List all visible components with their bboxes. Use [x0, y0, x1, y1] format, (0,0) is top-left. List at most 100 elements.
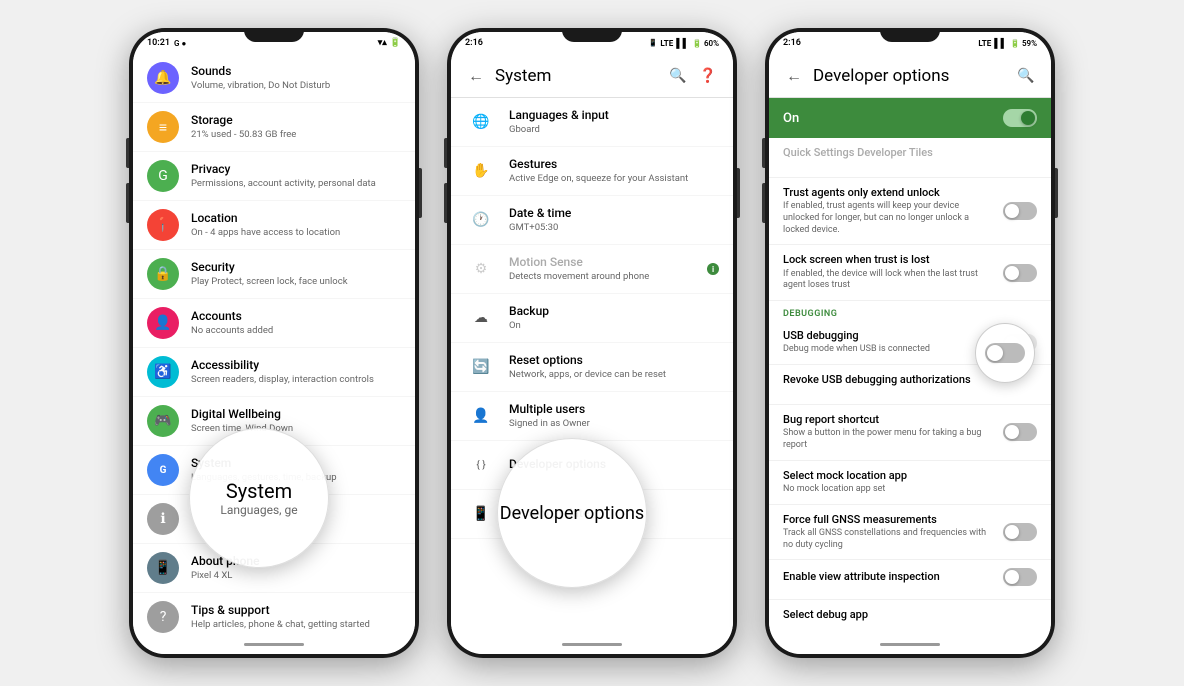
list-item[interactable]: 👤 Accounts No accounts added	[133, 299, 415, 348]
whatsapp-icon: 📱	[649, 39, 658, 47]
developer-on-toggle[interactable]	[1003, 109, 1037, 127]
usb-toggle-circle-overlay	[975, 323, 1035, 383]
list-item[interactable]: 🔒 Security Play Protect, screen lock, fa…	[133, 250, 415, 299]
trust-agents-item[interactable]: Trust agents only extend unlock If enabl…	[769, 178, 1051, 245]
sounds-icon: 🔔	[147, 62, 179, 94]
languages-item[interactable]: 🌐 Languages & input Gboard	[451, 98, 733, 147]
signal-icon-2: ▌▌	[676, 38, 689, 49]
power-button-2	[737, 168, 740, 218]
battery-icon-3: 🔋 59%	[1010, 39, 1037, 48]
search-button-2[interactable]: 🔍	[667, 65, 689, 87]
developer-on-label: On	[783, 111, 799, 126]
bug-report-toggle[interactable]	[1003, 423, 1037, 441]
app-bar-2: ← System 🔍 ❓	[451, 54, 733, 98]
list-item[interactable]: ≡ Storage 21% used - 50.83 GB free	[133, 103, 415, 152]
privacy-icon: G	[147, 160, 179, 192]
magnifier-main-text-1: System	[220, 479, 297, 503]
magnifier-sub-text-1: Languages, ge	[220, 503, 297, 517]
magnifier-main-text-2: Developer options	[500, 503, 644, 524]
signal-icon-3: ▌▌	[994, 38, 1007, 49]
list-item[interactable]: ♿ Accessibility Screen readers, display,…	[133, 348, 415, 397]
vol-up-button-1	[126, 138, 129, 168]
status-time-1: 10:21 G ●	[147, 38, 186, 48]
power-button-3	[1055, 168, 1058, 218]
help-button-2[interactable]: ❓	[697, 65, 719, 87]
back-button-3[interactable]: ←	[783, 65, 805, 87]
vol-down-button-2	[444, 183, 447, 223]
accounts-title: Accounts	[191, 309, 401, 325]
developer-on-bar: On	[769, 98, 1051, 138]
multiple-users-item[interactable]: 👤 Multiple users Signed in as Owner	[451, 392, 733, 441]
motion-sense-info-badge: i	[707, 263, 719, 275]
accounts-icon: 👤	[147, 307, 179, 339]
list-item[interactable]: 📍 Location On - 4 apps have access to lo…	[133, 201, 415, 250]
home-bar-3	[769, 634, 1051, 654]
gestures-icon: ✋	[465, 155, 497, 187]
users-icon: 👤	[465, 400, 497, 432]
debug-app-item[interactable]: Select debug app	[769, 600, 1051, 634]
lte-icon: LTE	[660, 39, 673, 48]
accessibility-icon: ♿	[147, 356, 179, 388]
tips-icon: ?	[147, 601, 179, 633]
lock-screen-toggle[interactable]	[1003, 264, 1037, 282]
phone-3: 2:16 LTE ▌▌ 🔋 59% ← Developer options 🔍 …	[765, 28, 1055, 658]
home-bar-1	[133, 634, 415, 654]
backup-item[interactable]: ☁ Backup On	[451, 294, 733, 343]
motion-sense-icon: ⚙	[465, 253, 497, 285]
back-button-2[interactable]: ←	[465, 65, 487, 87]
status-time-3: 2:16	[783, 38, 801, 48]
view-attribute-toggle[interactable]	[1003, 568, 1037, 586]
digital-wellbeing-icon: 🎮	[147, 405, 179, 437]
power-button-1	[419, 168, 422, 218]
date-time-item[interactable]: 🕐 Date & time GMT+05:30	[451, 196, 733, 245]
system-update-icon: 📱	[465, 498, 497, 530]
magnifier-circle-1: System Languages, ge	[189, 428, 329, 568]
list-item[interactable]: ? Tips & support Help articles, phone & …	[133, 593, 415, 634]
debugging-section-label: DEBUGGING	[769, 301, 1051, 321]
battery-icon-2: 🔋 60%	[692, 39, 719, 48]
gnss-toggle[interactable]	[1003, 523, 1037, 541]
vol-down-button-3	[762, 183, 765, 223]
gnss-item[interactable]: Force full GNSS measurements Track all G…	[769, 505, 1051, 561]
location-icon: 📍	[147, 209, 179, 241]
list-item[interactable]: G Privacy Permissions, account activity,…	[133, 152, 415, 201]
mock-location-item[interactable]: Select mock location app No mock locatio…	[769, 461, 1051, 505]
motion-sense-item[interactable]: ⚙ Motion Sense Detects movement around p…	[451, 245, 733, 294]
view-attribute-item[interactable]: Enable view attribute inspection	[769, 560, 1051, 600]
developer-settings-list: Quick Settings Developer Tiles Trust age…	[769, 138, 1051, 634]
page-title-2: System	[495, 66, 659, 86]
bug-report-item[interactable]: Bug report shortcut Show a button in the…	[769, 405, 1051, 461]
home-bar-2	[451, 634, 733, 654]
app-bar-3: ← Developer options 🔍	[769, 54, 1051, 98]
about-phone-icon: 📱	[147, 552, 179, 584]
accounts-subtitle: No accounts added	[191, 325, 401, 337]
lte-icon-3: LTE	[978, 39, 991, 48]
languages-icon: 🌐	[465, 106, 497, 138]
phone-2: 2:16 📱 LTE ▌▌ 🔋 60% ← System 🔍 ❓ �	[447, 28, 737, 658]
lock-screen-item[interactable]: Lock screen when trust is lost If enable…	[769, 245, 1051, 301]
search-button-3[interactable]: 🔍	[1015, 65, 1037, 87]
vol-down-button-1	[126, 183, 129, 223]
list-item[interactable]: 🔔 Sounds Volume, vibration, Do Not Distu…	[133, 54, 415, 103]
reset-icon: 🔄	[465, 351, 497, 383]
notch-1	[244, 28, 304, 42]
developer-icon: { }	[465, 449, 497, 481]
system-icon: G	[147, 454, 179, 486]
quick-settings-item[interactable]: Quick Settings Developer Tiles	[769, 138, 1051, 178]
home-indicator-3	[880, 643, 940, 646]
page-title-3: Developer options	[813, 66, 1007, 86]
storage-icon: ≡	[147, 111, 179, 143]
vol-up-button-3	[762, 138, 765, 168]
battery-icon-1: 🔋	[390, 38, 401, 48]
home-indicator-2	[562, 643, 622, 646]
magnifier-circle-2: Developer options	[497, 438, 647, 588]
wifi-icon-1: ▾▴	[378, 38, 387, 48]
trust-agents-toggle[interactable]	[1003, 202, 1037, 220]
security-icon: 🔒	[147, 258, 179, 290]
reset-item[interactable]: 🔄 Reset options Network, apps, or device…	[451, 343, 733, 392]
notch-3	[880, 28, 940, 42]
backup-icon: ☁	[465, 302, 497, 334]
home-indicator-1	[244, 643, 304, 646]
status-time-2: 2:16	[465, 38, 483, 48]
gestures-item[interactable]: ✋ Gestures Active Edge on, squeeze for y…	[451, 147, 733, 196]
